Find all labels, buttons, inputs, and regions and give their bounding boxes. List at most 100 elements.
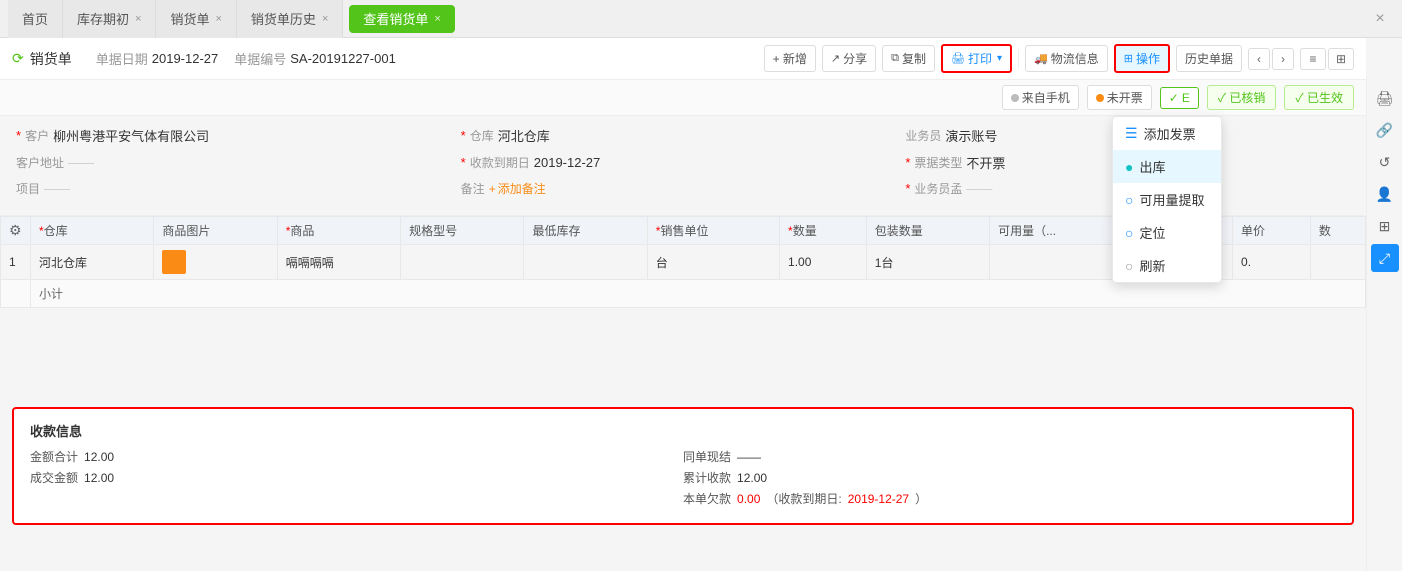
- available-qty-icon: ○: [1125, 192, 1133, 208]
- not-open-dot: [1096, 94, 1104, 102]
- col-settings[interactable]: ⚙: [1, 217, 31, 245]
- address-value: ——: [68, 155, 94, 170]
- operate-button[interactable]: ⊞ 操作: [1114, 44, 1170, 73]
- view-grid[interactable]: ⊞: [1328, 48, 1354, 70]
- print-button[interactable]: 🖨 打印 ▾: [941, 44, 1012, 73]
- dropdown-refresh[interactable]: ○ 刷新: [1113, 249, 1221, 282]
- effective-badge[interactable]: ✓ 已生效: [1284, 85, 1354, 110]
- row-available: [990, 245, 1132, 280]
- doc-number-value: SA-20191227-001: [290, 51, 396, 66]
- cumulative-label: 累计收款: [683, 469, 731, 486]
- add-invoice-icon: ☰: [1125, 125, 1138, 142]
- window-close-button[interactable]: ×: [1366, 5, 1394, 33]
- sidebar-print-icon[interactable]: 🖨: [1371, 84, 1399, 112]
- invoice-required: *: [905, 155, 910, 170]
- balance-row: 本单欠款 0.00 （收款到期日: 2019-12-27 ）: [683, 490, 1336, 507]
- col-warehouse: *仓库: [31, 217, 154, 245]
- row-package-qty: 1台: [866, 245, 989, 280]
- tab-close-view-sales[interactable]: ×: [434, 13, 440, 25]
- warehouse-field: * 仓库 河北仓库: [461, 126, 906, 145]
- balance-note-end: ）: [915, 490, 927, 507]
- row-product: 嗝嗝嗝嗝: [277, 245, 400, 280]
- tab-close-inventory[interactable]: ×: [135, 13, 141, 25]
- subtotal-row: 小计: [1, 280, 1366, 308]
- row-index: 1: [1, 245, 31, 280]
- confirm-button[interactable]: ✓ E: [1160, 87, 1199, 109]
- sidebar-user-icon[interactable]: 👤: [1371, 180, 1399, 208]
- sidebar-expand-icon[interactable]: ⤢: [1371, 244, 1399, 272]
- tab-view-sales[interactable]: 查看销货单 ×: [349, 5, 454, 33]
- nav-next[interactable]: ›: [1272, 48, 1294, 70]
- project-value: ——: [44, 181, 70, 196]
- copy-button[interactable]: ⧉ 复制: [882, 45, 935, 72]
- tab-sales-history[interactable]: 销货单历史 ×: [237, 0, 343, 38]
- col-unit-price: 单价: [1233, 217, 1311, 245]
- sidebar-link-icon[interactable]: 🔗: [1371, 116, 1399, 144]
- subtotal-label: 小计: [31, 280, 1366, 308]
- customer-value[interactable]: 柳州粤港平安气体有限公司: [53, 126, 209, 145]
- doc-title-area: ⟳ 销货单: [12, 49, 72, 69]
- sidebar-grid-icon[interactable]: ⊞: [1371, 212, 1399, 240]
- nav-prev[interactable]: ‹: [1248, 48, 1270, 70]
- balance-value: 0.00: [737, 492, 760, 506]
- history-button[interactable]: 历史单据: [1176, 45, 1242, 72]
- product-thumbnail: [162, 250, 186, 274]
- project-field: 项目 ——: [16, 180, 461, 197]
- from-phone-button[interactable]: 来自手机: [1002, 85, 1079, 110]
- logistics-button[interactable]: 🚚 物流信息: [1025, 45, 1108, 72]
- doc-number-field: 单据编号 SA-20191227-001: [234, 49, 396, 68]
- tab-inventory-init[interactable]: 库存期初 ×: [63, 0, 156, 38]
- not-open-ticket-button[interactable]: 未开票: [1087, 85, 1152, 110]
- same-order-value: ——: [737, 450, 761, 464]
- tab-bar: 首页 库存期初 × 销货单 × 销货单历史 × 查看销货单 × ×: [0, 0, 1402, 38]
- invoice-type-value[interactable]: 不开票: [966, 153, 1005, 172]
- sidebar-refresh-icon[interactable]: ↺: [1371, 148, 1399, 176]
- new-button[interactable]: + 新增: [764, 45, 816, 72]
- tab-close-history[interactable]: ×: [322, 13, 328, 25]
- share-button[interactable]: ↗ 分享: [822, 45, 876, 72]
- transaction-row: 成交金额 12.00: [30, 469, 683, 486]
- note-label: 备注: [461, 180, 485, 197]
- col-amount: 数: [1310, 217, 1365, 245]
- dropdown-locate[interactable]: ○ 定位: [1113, 216, 1221, 249]
- doc-date-label: 单据日期: [96, 49, 148, 68]
- warehouse-value[interactable]: 河北仓库: [498, 126, 550, 145]
- balance-note: （收款到期日:: [766, 490, 841, 507]
- total-value: 12.00: [84, 450, 114, 464]
- sub-toolbar: 来自手机 未开票 ✓ E ✓ 已核销 ✓ 已生效: [0, 80, 1366, 116]
- total-row: 金额合计 12.00: [30, 448, 683, 465]
- dropdown-outbound[interactable]: ● 出库: [1113, 150, 1221, 183]
- row-sales-unit: 台: [647, 245, 779, 280]
- col-available: 可用量（...: [990, 217, 1132, 245]
- doc-date-value: 2019-12-27: [152, 51, 219, 66]
- same-order-row: 同单现结 ——: [683, 448, 1336, 465]
- address-label: 客户地址: [16, 154, 64, 171]
- dropdown-available-qty[interactable]: ○ 可用量提取: [1113, 183, 1221, 216]
- content-area: ⟳ 销货单 单据日期 2019-12-27 单据编号 SA-20191227-0…: [0, 38, 1366, 533]
- add-note-button[interactable]: + 添加备注: [489, 180, 546, 197]
- sales-emp-required: *: [905, 181, 910, 196]
- transaction-value: 12.00: [84, 471, 114, 485]
- verified-badge[interactable]: ✓ 已核销: [1207, 85, 1277, 110]
- customer-required: *: [16, 128, 21, 143]
- payment-date-field: * 收款到期日 2019-12-27: [461, 154, 906, 171]
- balance-label: 本单欠款: [683, 490, 731, 507]
- tab-close-sales[interactable]: ×: [215, 13, 221, 25]
- view-list[interactable]: ≡: [1300, 48, 1326, 70]
- col-quantity: *数量: [780, 217, 867, 245]
- tab-home[interactable]: 首页: [8, 0, 63, 38]
- subtotal-empty: [1, 280, 31, 308]
- col-product-image: 商品图片: [154, 217, 277, 245]
- doc-label: 销货单: [30, 49, 72, 69]
- dropdown-add-invoice[interactable]: ☰ 添加发票: [1113, 117, 1221, 150]
- col-product: *商品: [277, 217, 400, 245]
- tab-sales-order[interactable]: 销货单 ×: [156, 0, 236, 38]
- payment-date-value[interactable]: 2019-12-27: [534, 155, 601, 170]
- employee-label: 业务员: [905, 127, 941, 144]
- balance-date: 2019-12-27: [848, 492, 909, 506]
- settings-icon[interactable]: ⚙: [9, 222, 22, 238]
- row-amount: [1310, 245, 1365, 280]
- transaction-label: 成交金额: [30, 469, 78, 486]
- sales-emp-label: 业务员孟: [914, 180, 962, 197]
- address-field: 客户地址 ——: [16, 154, 461, 171]
